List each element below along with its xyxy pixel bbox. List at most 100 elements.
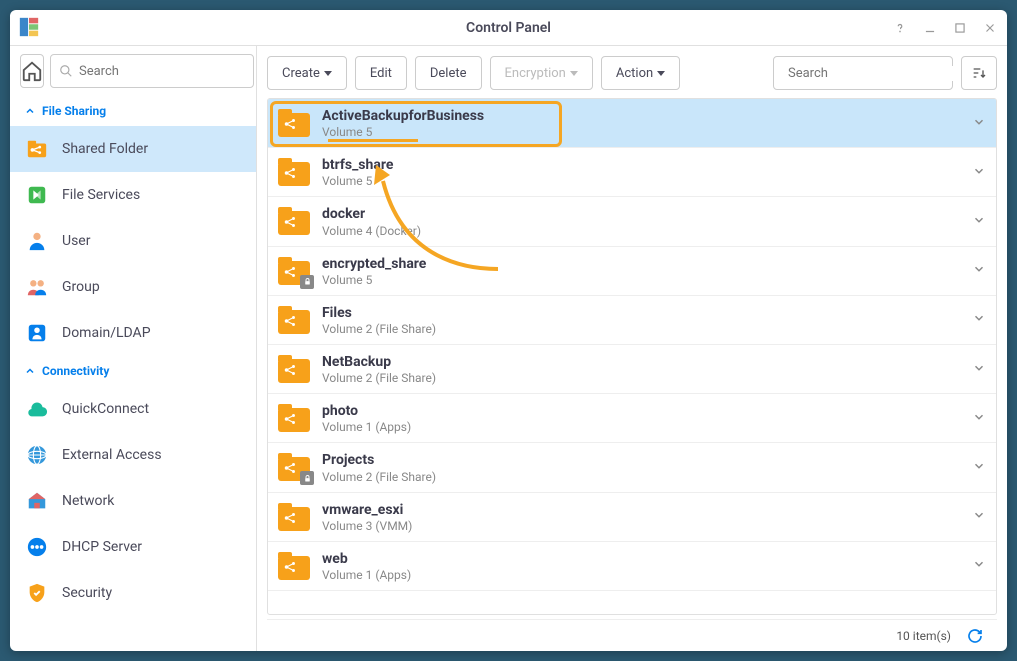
folder-row[interactable]: FilesVolume 2 (File Share) xyxy=(268,296,996,345)
folder-name: btrfs_share xyxy=(322,156,972,174)
sidebar-item-group[interactable]: Group xyxy=(10,264,256,310)
chevron-down-icon[interactable] xyxy=(972,409,986,428)
group-icon xyxy=(24,274,50,300)
section-connectivity[interactable]: Connectivity xyxy=(10,356,256,386)
window-controls xyxy=(889,10,1001,45)
security-icon xyxy=(24,580,50,606)
caret-down-icon xyxy=(570,71,578,76)
sidebar-item-label: User xyxy=(62,233,90,249)
chevron-down-icon[interactable] xyxy=(972,310,986,329)
folder-volume: Volume 3 (VMM) xyxy=(322,519,972,533)
create-button[interactable]: Create xyxy=(267,56,347,90)
shared-folder-icon xyxy=(278,552,310,580)
sidebar-item-security[interactable]: Security xyxy=(10,570,256,616)
folder-row[interactable]: photoVolume 1 (Apps) xyxy=(268,394,996,443)
sidebar-search[interactable] xyxy=(50,54,254,88)
sidebar-item-dhcp-server[interactable]: DHCP Server xyxy=(10,524,256,570)
folder-volume: Volume 1 (Apps) xyxy=(322,568,972,582)
shared-folder-list: ActiveBackupforBusinessVolume 5 btrfs_sh… xyxy=(267,98,997,615)
main-panel: Create Edit Delete Encryption Action Act… xyxy=(257,46,1007,651)
sidebar-item-label: External Access xyxy=(62,447,162,463)
sidebar-item-label: Shared Folder xyxy=(62,141,148,157)
sidebar-item-network[interactable]: Network xyxy=(10,478,256,524)
shared-folder-icon xyxy=(278,404,310,432)
folder-volume: Volume 4 (Docker) xyxy=(322,224,972,238)
search-icon xyxy=(59,64,73,78)
folder-name: ActiveBackupforBusiness xyxy=(322,107,972,125)
shared-folder-icon xyxy=(278,503,310,531)
chevron-down-icon[interactable] xyxy=(972,556,986,575)
lock-icon xyxy=(300,275,314,289)
help-icon[interactable] xyxy=(889,17,911,39)
sort-icon xyxy=(971,65,987,81)
folder-name: vmware_esxi xyxy=(322,501,972,519)
folder-row[interactable]: webVolume 1 (Apps) xyxy=(268,542,996,591)
section-label: Connectivity xyxy=(42,364,109,378)
folder-row[interactable]: vmware_esxiVolume 3 (VMM) xyxy=(268,493,996,542)
chevron-down-icon[interactable] xyxy=(972,261,986,280)
refresh-button[interactable] xyxy=(963,624,987,648)
domain-ldap-icon xyxy=(24,320,50,346)
folder-row[interactable]: btrfs_shareVolume 5 xyxy=(268,148,996,197)
delete-button[interactable]: Delete xyxy=(415,56,482,90)
sidebar-item-shared-folder[interactable]: Shared Folder xyxy=(10,126,256,172)
home-button[interactable] xyxy=(20,54,44,88)
folder-volume: Volume 1 (Apps) xyxy=(322,420,972,434)
toolbar: Create Edit Delete Encryption Action xyxy=(267,56,997,90)
folder-name: NetBackup xyxy=(322,353,972,371)
chevron-down-icon[interactable] xyxy=(972,163,986,182)
sidebar-item-label: QuickConnect xyxy=(62,401,149,417)
sidebar-item-label: Network xyxy=(62,493,114,509)
section-file-sharing[interactable]: File Sharing xyxy=(10,96,256,126)
encryption-button[interactable]: Encryption xyxy=(490,56,593,90)
shared-folder-icon xyxy=(278,257,310,285)
folder-name: Files xyxy=(322,304,972,322)
chevron-down-icon[interactable] xyxy=(972,212,986,231)
folder-volume: Volume 5 xyxy=(322,273,972,287)
item-count: 10 item(s) xyxy=(896,629,951,643)
folder-row[interactable]: dockerVolume 4 (Docker) xyxy=(268,197,996,246)
folder-volume: Volume 5 xyxy=(322,125,972,139)
chevron-down-icon[interactable] xyxy=(972,114,986,133)
action-button[interactable]: Action xyxy=(601,56,680,90)
maximize-icon[interactable] xyxy=(949,17,971,39)
sidebar-item-user[interactable]: User xyxy=(10,218,256,264)
sidebar-item-domain-ldap[interactable]: Domain/LDAP xyxy=(10,310,256,356)
sidebar-item-label: Group xyxy=(62,279,100,295)
edit-button[interactable]: Edit xyxy=(355,56,407,90)
sidebar-search-input[interactable] xyxy=(79,64,245,79)
dhcp-server-icon xyxy=(24,534,50,560)
main-search[interactable] xyxy=(773,56,953,90)
chevron-up-icon xyxy=(24,365,36,377)
file-services-icon xyxy=(24,182,50,208)
sidebar-item-label: File Services xyxy=(62,187,140,203)
folder-volume: Volume 5 xyxy=(322,174,972,188)
chevron-down-icon[interactable] xyxy=(972,507,986,526)
chevron-down-icon[interactable] xyxy=(972,458,986,477)
sort-button[interactable] xyxy=(961,56,997,90)
sidebar-item-quickconnect[interactable]: QuickConnect xyxy=(10,386,256,432)
annotation-underline xyxy=(328,139,418,142)
titlebar: Control Panel xyxy=(10,10,1007,46)
network-icon xyxy=(24,488,50,514)
shared-folder-icon xyxy=(278,355,310,383)
minimize-icon[interactable] xyxy=(919,17,941,39)
control-panel-window: Control Panel File Sharing xyxy=(10,10,1007,651)
sidebar-item-external-access[interactable]: External Access xyxy=(10,432,256,478)
shared-folder-icon xyxy=(278,306,310,334)
chevron-down-icon[interactable] xyxy=(972,360,986,379)
shared-folder-icon xyxy=(278,158,310,186)
external-access-icon xyxy=(24,442,50,468)
section-label: File Sharing xyxy=(42,104,106,118)
shared-folder-icon xyxy=(278,453,310,481)
sidebar-item-file-services[interactable]: File Services xyxy=(10,172,256,218)
folder-name: docker xyxy=(322,205,972,223)
main-search-input[interactable] xyxy=(788,66,954,81)
sidebar-item-label: DHCP Server xyxy=(62,539,142,555)
folder-row[interactable]: ProjectsVolume 2 (File Share) xyxy=(268,443,996,492)
folder-row[interactable]: NetBackupVolume 2 (File Share) xyxy=(268,345,996,394)
folder-row[interactable]: encrypted_shareVolume 5 xyxy=(268,247,996,296)
lock-icon xyxy=(300,471,314,485)
shared-folder-icon xyxy=(278,109,310,137)
close-icon[interactable] xyxy=(979,17,1001,39)
